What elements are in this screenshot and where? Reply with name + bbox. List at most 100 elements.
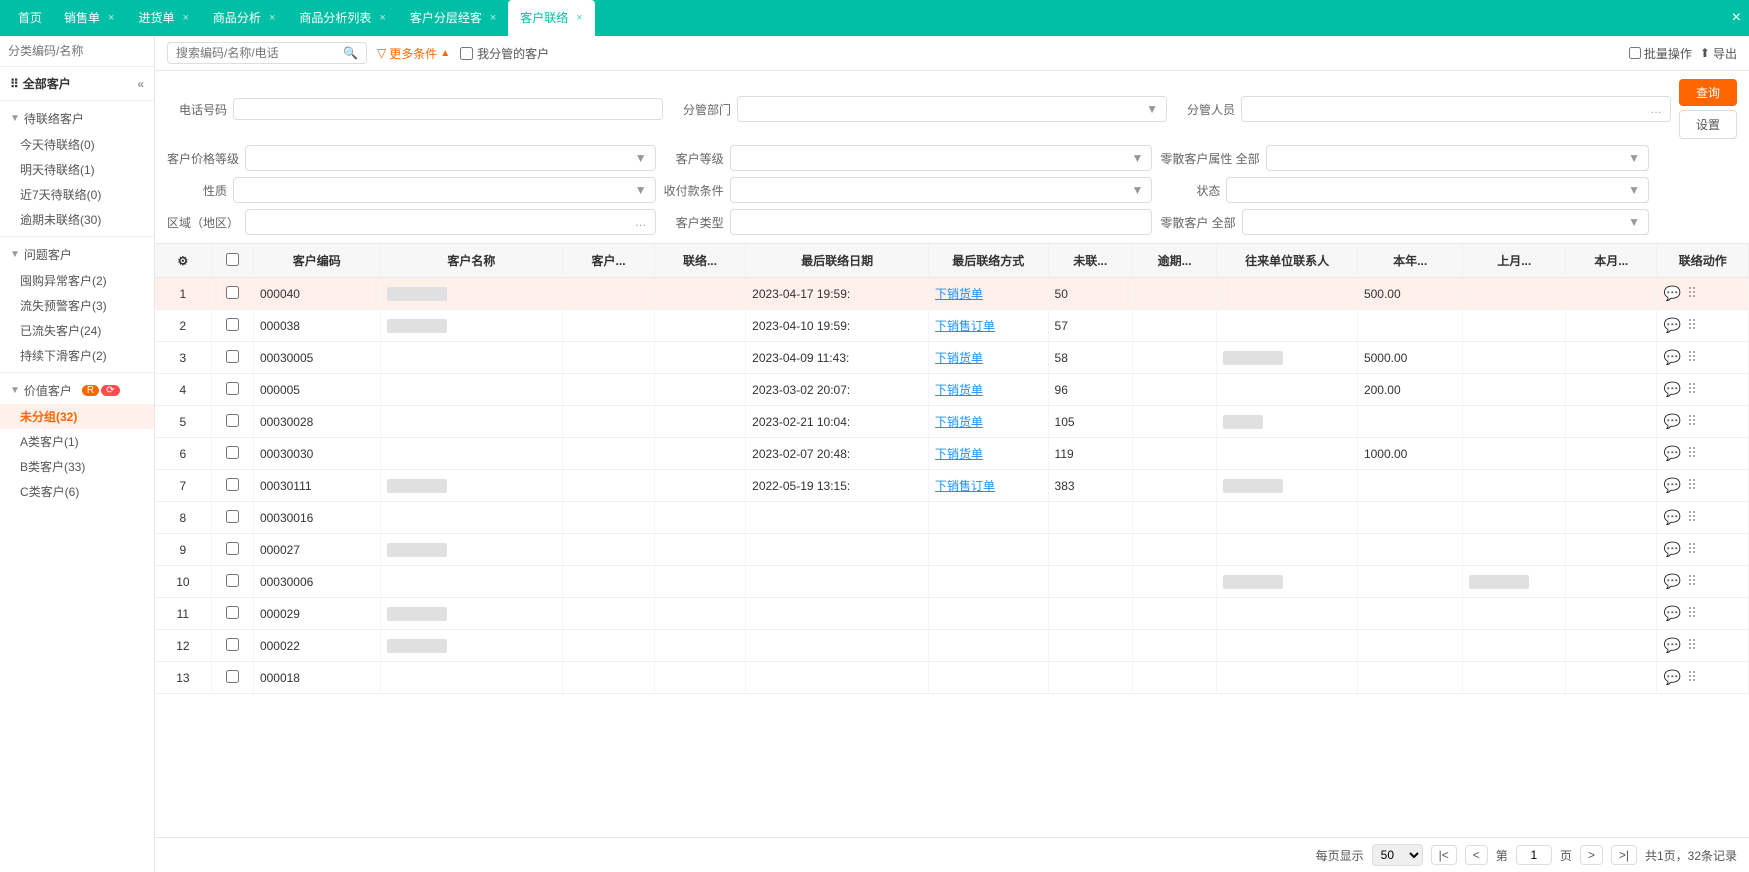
chat-icon[interactable]: 💬 (1663, 509, 1680, 526)
nav-tab-sales[interactable]: 销售单 × (52, 0, 126, 36)
close-customer-layer-icon[interactable]: × (490, 0, 496, 36)
close-product-list-icon[interactable]: × (379, 0, 385, 36)
cell-last-way[interactable] (928, 534, 1048, 566)
last-way-link[interactable]: 下销售订单 (935, 319, 995, 333)
next-page-btn[interactable]: > (1580, 845, 1603, 865)
region-select[interactable]: … (245, 209, 656, 235)
cell-last-way[interactable] (928, 502, 1048, 534)
sidebar-item-ungroup[interactable]: 未分组(32) (0, 404, 154, 429)
col-company[interactable]: 往来单位联系人 (1217, 244, 1358, 278)
chat-icon[interactable]: 💬 (1663, 413, 1680, 430)
price-level-select[interactable]: ▼ (245, 145, 656, 171)
col-last-date[interactable]: 最后联络日期 (746, 244, 929, 278)
row-checkbox[interactable] (226, 446, 239, 459)
cell-last-way[interactable] (928, 630, 1048, 662)
cell-action[interactable]: 💬⠿ (1657, 566, 1749, 598)
close-product-analysis-icon[interactable]: × (269, 0, 275, 36)
chat-icon[interactable]: 💬 (1663, 381, 1680, 398)
cell-last-way[interactable]: 下销货单 (928, 342, 1048, 374)
nav-tab-product-analysis[interactable]: 商品分析 × (201, 0, 287, 36)
chat-icon[interactable]: 💬 (1663, 669, 1680, 686)
last-way-link[interactable]: 下销货单 (935, 287, 983, 301)
grid-icon[interactable]: ⠿ (1687, 509, 1697, 526)
grid-icon[interactable]: ⠿ (1687, 477, 1697, 494)
row-checkbox[interactable] (226, 670, 239, 683)
cell-check[interactable] (211, 662, 253, 694)
sidebar-item-churned[interactable]: 已流失客户(24) (0, 318, 154, 343)
grid-icon[interactable]: ⠿ (1687, 669, 1697, 686)
col-last-month[interactable]: 上月... (1463, 244, 1566, 278)
nav-tab-customer-layer[interactable]: 客户分层经客 × (398, 0, 508, 36)
last-page-btn[interactable]: >| (1611, 845, 1637, 865)
nav-tab-product-list[interactable]: 商品分析列表 × (287, 0, 397, 36)
batch-checkbox[interactable] (1629, 47, 1641, 59)
cell-check[interactable] (211, 470, 253, 502)
cell-action[interactable]: 💬⠿ (1657, 662, 1749, 694)
filter-search-input[interactable] (176, 46, 339, 60)
chat-icon[interactable]: 💬 (1663, 285, 1680, 302)
page-input[interactable] (1516, 845, 1552, 865)
nav-tab-purchase[interactable]: 进货单 × (126, 0, 200, 36)
chat-icon[interactable]: 💬 (1663, 573, 1680, 590)
cell-action[interactable]: 💬⠿ (1657, 278, 1749, 310)
cell-action[interactable]: 💬⠿ (1657, 470, 1749, 502)
col-overdue[interactable]: 逾期... (1132, 244, 1216, 278)
col-type[interactable]: 客户... (563, 244, 654, 278)
cell-check[interactable] (211, 342, 253, 374)
last-way-link[interactable]: 下销货单 (935, 351, 983, 365)
my-customers-checkbox[interactable] (460, 47, 473, 60)
cell-check[interactable] (211, 598, 253, 630)
sidebar-item-decline[interactable]: 持续下滑客户(2) (0, 343, 154, 368)
grid-icon[interactable]: ⠿ (1687, 413, 1697, 430)
cell-check[interactable] (211, 502, 253, 534)
cell-last-way[interactable]: 下销售订单 (928, 310, 1048, 342)
grid-icon[interactable]: ⠿ (1687, 445, 1697, 462)
filter-search-box[interactable]: 🔍 (167, 42, 367, 64)
last-way-link[interactable]: 下销货单 (935, 447, 983, 461)
my-customers-filter[interactable]: 我分管的客户 (460, 45, 549, 62)
nature-select[interactable]: ▼ (233, 177, 656, 203)
cell-action[interactable]: 💬⠿ (1657, 310, 1749, 342)
close-purchase-icon[interactable]: × (182, 0, 188, 36)
more-conditions-btn[interactable]: ▽ 更多条件 ▲ (377, 45, 450, 62)
row-checkbox[interactable] (226, 574, 239, 587)
dept-select[interactable]: ▼ (737, 96, 1167, 122)
chat-icon[interactable]: 💬 (1663, 477, 1680, 494)
grid-icon[interactable]: ⠿ (1687, 317, 1697, 334)
cell-action[interactable]: 💬⠿ (1657, 342, 1749, 374)
cell-last-way[interactable]: 下销货单 (928, 438, 1048, 470)
cell-last-way[interactable]: 下销售订单 (928, 470, 1048, 502)
grid-icon[interactable]: ⠿ (1687, 605, 1697, 622)
row-checkbox[interactable] (226, 286, 239, 299)
query-button[interactable]: 查询 (1679, 79, 1737, 106)
row-checkbox[interactable] (226, 510, 239, 523)
select-all-checkbox[interactable] (226, 253, 239, 266)
col-name[interactable]: 客户名称 (380, 244, 563, 278)
retail-attr-select[interactable]: ▼ (1266, 145, 1649, 171)
col-last-way[interactable]: 最后联络方式 (928, 244, 1048, 278)
col-uncontact[interactable]: 未联... (1048, 244, 1132, 278)
sidebar-group-problem[interactable]: ▼ 问题客户 (0, 241, 154, 268)
col-settings[interactable]: ⚙ (155, 244, 211, 278)
payment-select[interactable]: ▼ (730, 177, 1153, 203)
chat-icon[interactable]: 💬 (1663, 349, 1680, 366)
person-select[interactable]: … (1241, 96, 1671, 122)
grid-icon[interactable]: ⠿ (1687, 541, 1697, 558)
grid-icon[interactable]: ⠿ (1687, 573, 1697, 590)
sidebar-item-7days[interactable]: 近7天待联络(0) (0, 182, 154, 207)
close-sales-icon[interactable]: × (108, 0, 114, 36)
col-code[interactable]: 客户编码 (253, 244, 380, 278)
reset-button[interactable]: 设置 (1679, 110, 1737, 139)
chat-icon[interactable]: 💬 (1663, 445, 1680, 462)
sidebar-item-overdue[interactable]: 逾期未联络(30) (0, 207, 154, 232)
sidebar-collapse-icon[interactable]: « (137, 77, 144, 91)
close-customer-contact-icon[interactable]: × (576, 0, 582, 36)
export-btn[interactable]: ⬆ 导出 (1700, 45, 1737, 62)
first-page-btn[interactable]: |< (1431, 845, 1457, 865)
nav-home[interactable]: 首页 (8, 0, 52, 36)
row-checkbox[interactable] (226, 318, 239, 331)
chat-icon[interactable]: 💬 (1663, 317, 1680, 334)
cell-action[interactable]: 💬⠿ (1657, 374, 1749, 406)
cell-last-way[interactable] (928, 566, 1048, 598)
row-checkbox[interactable] (226, 382, 239, 395)
